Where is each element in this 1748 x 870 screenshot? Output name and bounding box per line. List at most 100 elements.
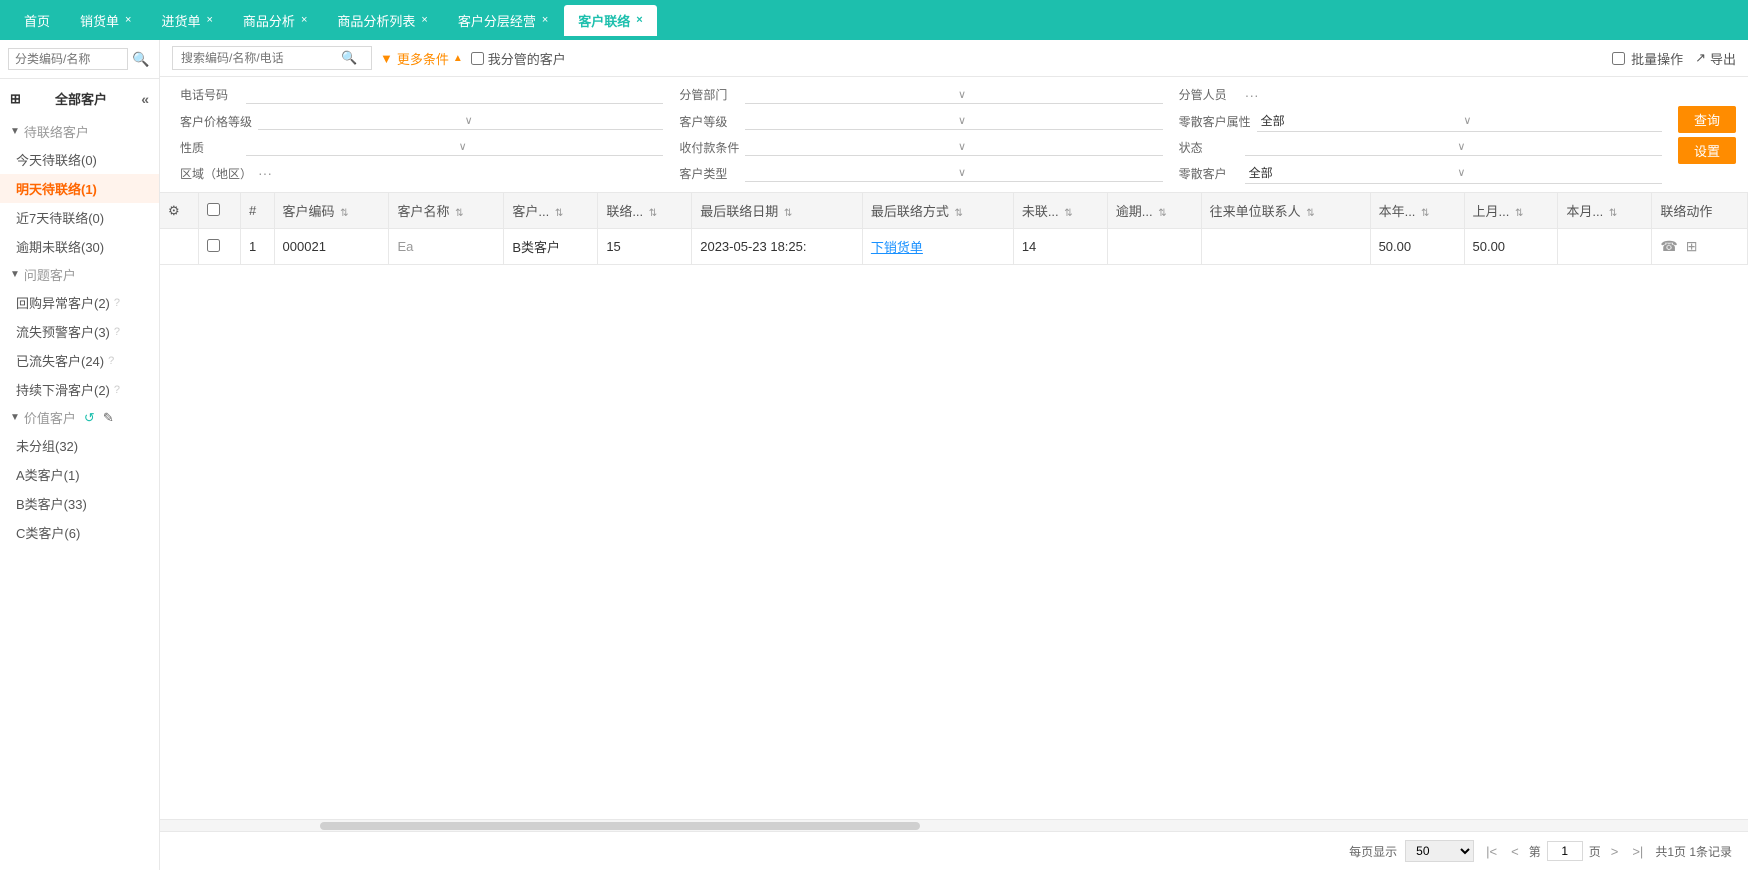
close-sales-icon[interactable]: × [125,14,131,26]
horizontal-scrollbar[interactable] [160,819,1748,831]
filter-retail-customer: 零散客户 全部 ∨ [1171,162,1670,184]
nav-customer-contact[interactable]: 客户联络 × [564,5,656,36]
first-page-btn[interactable]: |< [1482,842,1501,861]
last-method-link[interactable]: 下销货单 [871,240,923,255]
filter-customer-type-select[interactable]: ∨ [745,164,1162,182]
batch-operations-button[interactable]: 批量操作 [1612,49,1683,68]
col-type[interactable]: 客户... ⇅ [504,193,598,229]
refresh-icon[interactable]: ↺ [84,410,95,426]
filter-price-level: 客户价格等级 ∨ [172,112,671,130]
sidebar-item-c-class[interactable]: C类客户(6) [0,518,159,547]
table-header-row: ⚙ # 客户编码 ⇅ 客户名称 ⇅ 客户... ⇅ 联络... ⇅ 最后联络日期… [160,193,1748,229]
col-last-method[interactable]: 最后联络方式 ⇅ [862,193,1013,229]
sidebar-item-lostwarning[interactable]: 流失预警客户(3) ? [0,317,159,346]
col-this-year[interactable]: 本年... ⇅ [1370,193,1464,229]
more-filters-button[interactable]: ▼ 更多条件 ▲ [380,49,463,68]
sidebar-item-lost[interactable]: 已流失客户(24) ? [0,346,159,375]
filter-payment-select[interactable]: ∨ [745,138,1162,156]
col-name[interactable]: 客户名称 ⇅ [389,193,504,229]
sidebar-all-customers[interactable]: ⊞ 全部客户 « [0,83,159,114]
help-icon-lostwarning[interactable]: ? [114,326,120,338]
settings-button[interactable]: 设置 [1678,137,1736,164]
help-icon-declining[interactable]: ? [114,384,120,396]
arrow-down-icon2: ▼ [10,269,20,280]
scroll-thumb[interactable] [320,822,920,830]
nav-sales[interactable]: 销货单 × [66,5,145,36]
col-last-month[interactable]: 上月... ⇅ [1464,193,1558,229]
close-purchase-icon[interactable]: × [206,14,212,26]
close-customer-tier-icon[interactable]: × [542,14,548,26]
next-page-btn[interactable]: > [1607,842,1623,861]
footer: 每页显示 50 100 200 |< < 第 页 > >| 共1页 1条记录 [160,831,1748,870]
sidebar-search-icon[interactable]: 🔍 [132,51,149,68]
batch-checkbox[interactable] [1612,52,1625,65]
sidebar-group-pending[interactable]: ▼ 待联络客户 [0,118,159,145]
cell-last-method[interactable]: 下销货单 [862,229,1013,265]
cell-checkbox[interactable] [199,229,241,265]
edit-icon[interactable]: ✎ [103,410,114,426]
col-last-date[interactable]: 最后联络日期 ⇅ [692,193,863,229]
filter-icon: ▼ [380,51,393,66]
filter-dept-select[interactable]: ∨ [745,86,1162,104]
close-product-analysis-icon[interactable]: × [301,14,307,26]
sidebar-group-problem[interactable]: ▼ 问题客户 [0,261,159,288]
arrow-down-icon3: ▼ [10,412,20,423]
collapse-icon[interactable]: « [141,91,149,107]
per-page-select[interactable]: 50 100 200 [1405,840,1474,862]
filter-retail-attr-select[interactable]: 全部 ∨ [1257,110,1662,132]
filter-region-dots[interactable]: ··· [258,165,272,181]
close-product-analysis-list-icon[interactable]: × [421,14,427,26]
filter-nature-select[interactable]: ∨ [246,138,663,156]
col-checkbox[interactable] [199,193,241,229]
search-icon[interactable]: 🔍 [341,50,357,66]
filter-retail-customer-select[interactable]: 全部 ∨ [1245,162,1662,184]
col-contacts2[interactable]: 往来单位联系人 ⇅ [1201,193,1370,229]
my-customers-checkbox[interactable]: 我分管的客户 [471,49,566,68]
sidebar-search-input[interactable] [8,48,128,70]
nav-customer-tier[interactable]: 客户分层经营 × [444,5,562,36]
my-customers-check[interactable] [471,52,484,65]
sidebar-item-declining[interactable]: 持续下滑客户(2) ? [0,375,159,404]
nav-product-analysis-list[interactable]: 商品分析列表 × [323,5,441,36]
col-settings[interactable]: ⚙ [160,193,199,229]
sidebar-item-today[interactable]: 今天待联络(0) [0,145,159,174]
sort-contacts-icon: ⇅ [649,208,657,219]
close-customer-contact-icon[interactable]: × [636,14,642,26]
sidebar-item-tomorrow[interactable]: 明天待联络(1) [0,174,159,203]
contact-icon[interactable]: ☎ [1660,238,1677,255]
arrow-down-icon: ▼ [10,126,20,137]
help-icon-abnormal[interactable]: ? [114,297,120,309]
filter-manager-dots[interactable]: ··· [1245,87,1259,103]
chevron-down-icon2: ∨ [461,112,664,129]
col-no-contact[interactable]: 未联... ⇅ [1013,193,1107,229]
export-button[interactable]: ↗ 导出 [1695,49,1736,68]
row-checkbox[interactable] [207,239,220,252]
sidebar-item-overdue[interactable]: 逾期未联络(30) [0,232,159,261]
sidebar-group-value[interactable]: ▼ 价值客户 ↺ ✎ [0,404,159,431]
col-contacts[interactable]: 联络... ⇅ [598,193,692,229]
sidebar-item-ungrouped[interactable]: 未分组(32) [0,431,159,460]
more-icon[interactable]: ⊞ [1686,238,1698,255]
nav-product-analysis[interactable]: 商品分析 × [229,5,321,36]
sidebar-item-a-class[interactable]: A类客户(1) [0,460,159,489]
select-all-checkbox[interactable] [207,203,220,216]
col-this-month[interactable]: 本月... ⇅ [1558,193,1652,229]
filter-phone-input[interactable] [246,85,663,104]
col-overdue[interactable]: 逾期... ⇅ [1107,193,1201,229]
col-code[interactable]: 客户编码 ⇅ [274,193,389,229]
filter-price-level-select[interactable]: ∨ [258,112,663,130]
filter-status-select[interactable]: ∨ [1245,138,1662,156]
last-page-btn[interactable]: >| [1628,842,1647,861]
sidebar-item-week[interactable]: 近7天待联络(0) [0,203,159,232]
help-icon-lost[interactable]: ? [108,355,114,367]
page-input[interactable] [1547,841,1583,861]
nav-purchase[interactable]: 进货单 × [147,5,226,36]
prev-page-btn[interactable]: < [1507,842,1523,861]
sidebar-item-b-class[interactable]: B类客户(33) [0,489,159,518]
query-button[interactable]: 查询 [1678,106,1736,133]
nav-home[interactable]: 首页 [10,5,64,36]
search-input[interactable] [181,51,341,65]
sidebar-item-abnormal[interactable]: 回购异常客户(2) ? [0,288,159,317]
filter-customer-level-select[interactable]: ∨ [745,112,1162,130]
total-records: 共1页 1条记录 [1655,843,1732,860]
